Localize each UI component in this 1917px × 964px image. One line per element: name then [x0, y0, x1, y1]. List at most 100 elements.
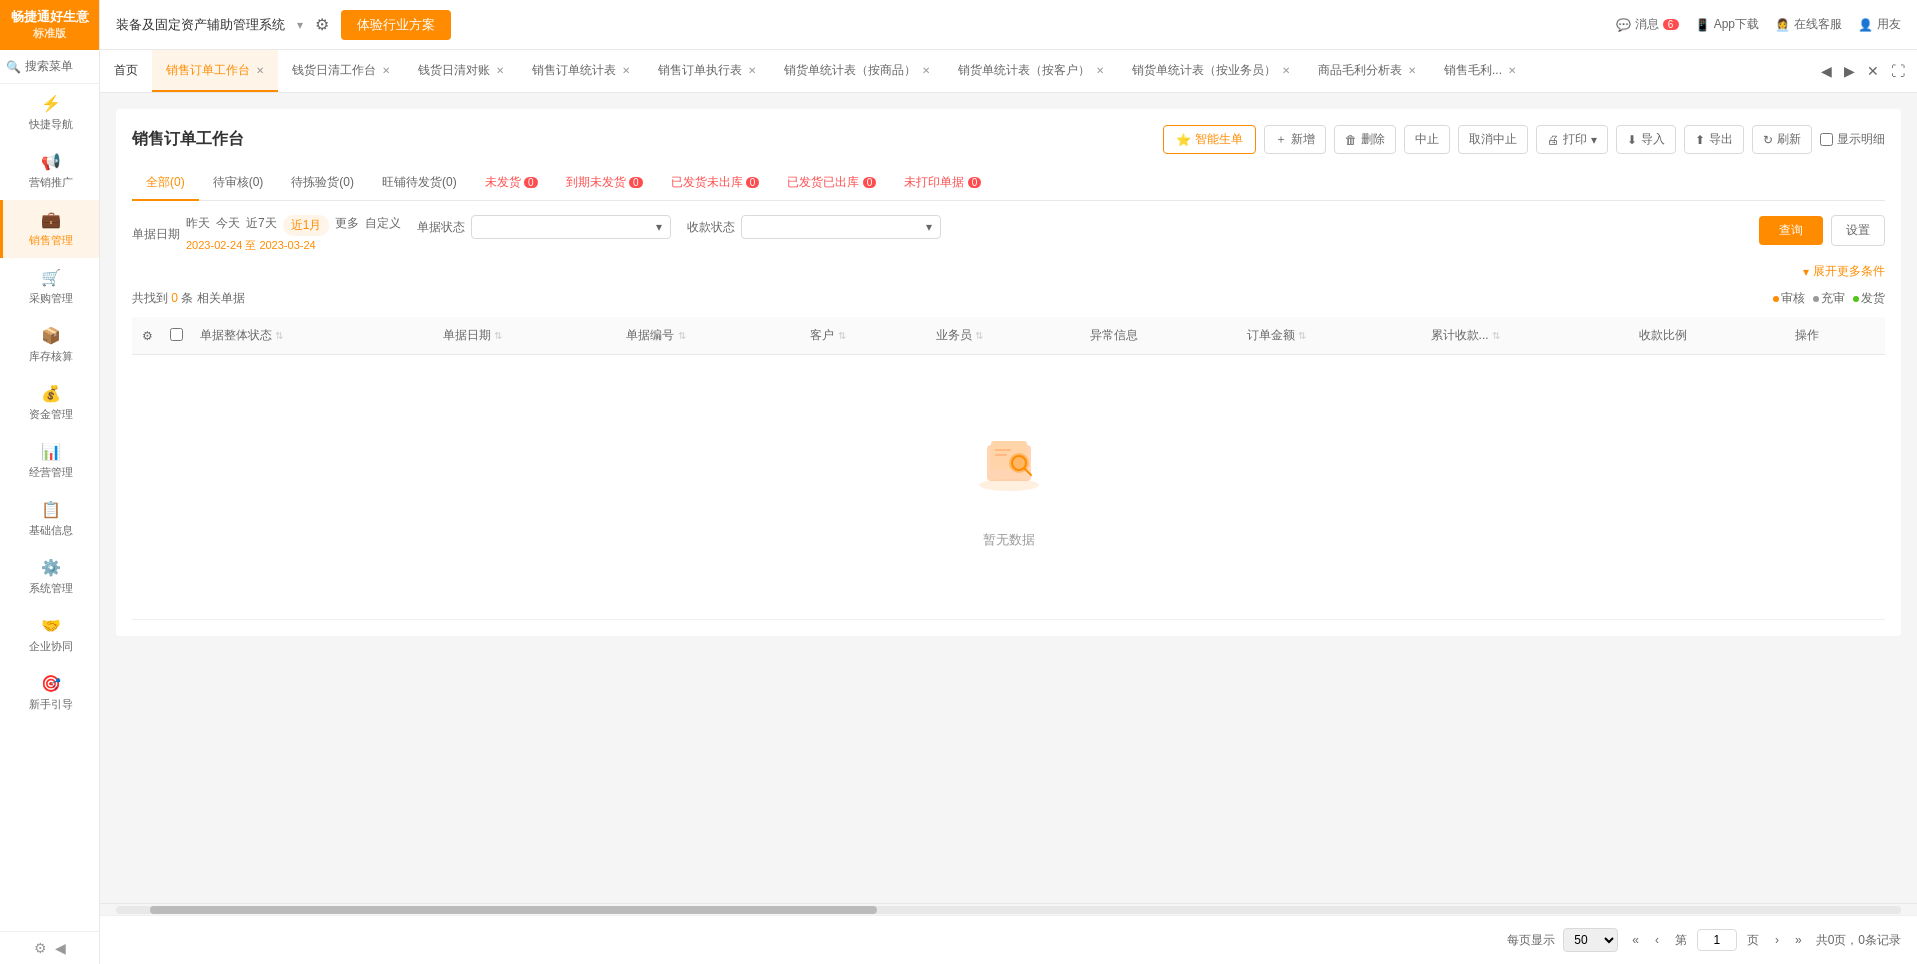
date-opt-yesterday[interactable]: 昨天: [186, 215, 210, 236]
app-download-button[interactable]: 📱 App下载: [1695, 16, 1759, 33]
tab-sales-exec[interactable]: 销售订单执行表 ✕: [644, 50, 770, 92]
tab-gross-profit[interactable]: 商品毛利分析表 ✕: [1304, 50, 1430, 92]
query-button[interactable]: 查询: [1759, 216, 1823, 245]
th-ratio: 收款比例: [1631, 317, 1787, 355]
filter-tab-not-printed[interactable]: 未打印单据 0: [890, 166, 995, 201]
sidebar-item-guide[interactable]: 🎯 新手引导: [0, 664, 99, 722]
sort-received-icon[interactable]: ⇅: [1492, 330, 1500, 341]
tab-close-icon[interactable]: ✕: [748, 65, 756, 76]
tab-close-icon[interactable]: ✕: [622, 65, 630, 76]
tab-close-icon[interactable]: ✕: [382, 65, 390, 76]
select-all-checkbox[interactable]: [170, 328, 183, 341]
show-detail-checkbox[interactable]: [1820, 133, 1833, 146]
page-actions: ⭐ 智能生单 ＋ 新增 🗑 删除 中止 取消中止: [1163, 125, 1885, 154]
sidebar-item-finance[interactable]: 💰 资金管理: [0, 374, 99, 432]
tab-close-icon[interactable]: ✕: [1508, 65, 1516, 76]
sort-staff-icon[interactable]: ⇅: [975, 330, 983, 341]
sort-amount-icon[interactable]: ⇅: [1298, 330, 1306, 341]
page-number-input[interactable]: [1697, 929, 1737, 951]
sidebar-item-sales[interactable]: 💼 销售管理: [0, 200, 99, 258]
tab-close-icon[interactable]: ✕: [496, 65, 504, 76]
unreviewed-action-btn[interactable]: 充审: [1813, 290, 1845, 307]
scroll-thumb[interactable]: [150, 906, 877, 914]
per-page-select[interactable]: 50 10 20 100: [1563, 928, 1618, 952]
page-next-icon[interactable]: ›: [1769, 930, 1785, 950]
tab-maximize-icon[interactable]: ⛶: [1887, 61, 1909, 81]
page-prev-icon[interactable]: ‹: [1649, 930, 1665, 950]
tab-cash-reconcile[interactable]: 钱货日清对账 ✕: [404, 50, 518, 92]
tab-sales-summary-staff[interactable]: 销货单统计表（按业务员） ✕: [1118, 50, 1304, 92]
show-detail-label[interactable]: 显示明细: [1820, 131, 1885, 148]
set-button[interactable]: 设置: [1831, 215, 1885, 246]
import-button[interactable]: ⬇ 导入: [1616, 125, 1676, 154]
filter-tab-shipped-out[interactable]: 已发货已出库 0: [773, 166, 890, 201]
tab-close-icon[interactable]: ✕: [1408, 65, 1416, 76]
filter-tab-pending-review[interactable]: 待审核(0): [199, 166, 278, 201]
column-setting-icon[interactable]: ⚙: [142, 329, 153, 343]
sidebar-item-system[interactable]: ⚙️ 系统管理: [0, 548, 99, 606]
expand-conditions-button[interactable]: ▾ 展开更多条件: [1803, 263, 1885, 280]
topbar-gear-icon[interactable]: ⚙: [315, 15, 329, 34]
tab-sales-stats[interactable]: 销售订单统计表 ✕: [518, 50, 644, 92]
tab-sales-summary-product[interactable]: 销货单统计表（按商品） ✕: [770, 50, 944, 92]
filter-tab-all[interactable]: 全部(0): [132, 166, 199, 201]
sidebar-item-cooperation[interactable]: 🤝 企业协同: [0, 606, 99, 664]
page-first-icon[interactable]: «: [1626, 930, 1645, 950]
filter-tab-wangpu[interactable]: 旺铺待发货(0): [368, 166, 471, 201]
tab-sales-more[interactable]: 销售毛利... ✕: [1430, 50, 1530, 92]
sidebar-item-marketing[interactable]: 📢 营销推广: [0, 142, 99, 200]
user-button[interactable]: 👤 用友: [1858, 16, 1901, 33]
sort-date-icon[interactable]: ⇅: [494, 330, 502, 341]
tab-home[interactable]: 首页: [100, 50, 152, 92]
sidebar-search[interactable]: 🔍 搜索菜单: [0, 50, 99, 84]
sort-number-icon[interactable]: ⇅: [678, 330, 686, 341]
tab-sales-summary-customer[interactable]: 销货单统计表（按客户） ✕: [944, 50, 1118, 92]
review-action-btn[interactable]: 审核: [1773, 290, 1805, 307]
print-button[interactable]: 🖨 打印 ▾: [1536, 125, 1608, 154]
tab-prev-icon[interactable]: ◀: [1817, 61, 1836, 81]
filter-tab-shipped-not-out[interactable]: 已发货未出库 0: [657, 166, 774, 201]
sidebar-item-purchase[interactable]: 🛒 采购管理: [0, 258, 99, 316]
industry-solution-button[interactable]: 体验行业方案: [341, 10, 451, 40]
sort-customer-icon[interactable]: ⇅: [838, 330, 846, 341]
ship-action-btn[interactable]: 发货: [1853, 290, 1885, 307]
filter-tab-not-shipped[interactable]: 未发货 0: [471, 166, 552, 201]
tab-close-icon[interactable]: ✕: [256, 65, 264, 76]
tab-close-icon[interactable]: ✕: [922, 65, 930, 76]
horizontal-scroll-area[interactable]: [100, 903, 1917, 915]
sidebar-item-inventory[interactable]: 📦 库存核算: [0, 316, 99, 374]
date-opt-7days[interactable]: 近7天: [246, 215, 277, 236]
sort-status-icon[interactable]: ⇅: [275, 330, 283, 341]
tab-cash-daily[interactable]: 钱货日清工作台 ✕: [278, 50, 404, 92]
filter-tab-pending-inspect[interactable]: 待拣验货(0): [277, 166, 368, 201]
payment-select[interactable]: ▾: [741, 215, 941, 239]
cancel-stop-button[interactable]: 取消中止: [1458, 125, 1528, 154]
date-opt-custom[interactable]: 自定义: [365, 215, 401, 236]
online-service-button[interactable]: 👩‍💼 在线客服: [1775, 16, 1842, 33]
date-opt-1month[interactable]: 近1月: [283, 215, 330, 236]
page-last-icon[interactable]: »: [1789, 930, 1808, 950]
tab-sales-workbench[interactable]: 销售订单工作台 ✕: [152, 50, 278, 92]
tab-close-icon[interactable]: ✕: [1282, 65, 1290, 76]
sidebar-item-quick-nav[interactable]: ⚡ 快捷导航: [0, 84, 99, 142]
settings-icon[interactable]: ⚙: [34, 940, 47, 956]
smart-create-button[interactable]: ⭐ 智能生单: [1163, 125, 1256, 154]
refresh-button[interactable]: ↻ 刷新: [1752, 125, 1812, 154]
delete-button[interactable]: 🗑 删除: [1334, 125, 1396, 154]
tab-next-icon[interactable]: ▶: [1840, 61, 1859, 81]
date-opt-more[interactable]: 更多: [335, 215, 359, 236]
status-select[interactable]: ▾: [471, 215, 671, 239]
message-button[interactable]: 💬 消息 6: [1616, 16, 1679, 33]
dropdown-icon[interactable]: ▾: [297, 18, 303, 32]
filter-tab-expired[interactable]: 到期未发货 0: [552, 166, 657, 201]
import-icon: ⬇: [1627, 133, 1637, 147]
stop-button[interactable]: 中止: [1404, 125, 1450, 154]
tab-close-icon[interactable]: ✕: [1096, 65, 1104, 76]
sidebar-item-basic[interactable]: 📋 基础信息: [0, 490, 99, 548]
add-button[interactable]: ＋ 新增: [1264, 125, 1326, 154]
collapse-icon[interactable]: ◀: [55, 940, 66, 956]
sidebar-item-operation[interactable]: 📊 经营管理: [0, 432, 99, 490]
date-opt-today[interactable]: 今天: [216, 215, 240, 236]
tab-close-all-icon[interactable]: ✕: [1863, 61, 1883, 81]
export-button[interactable]: ⬆ 导出: [1684, 125, 1744, 154]
